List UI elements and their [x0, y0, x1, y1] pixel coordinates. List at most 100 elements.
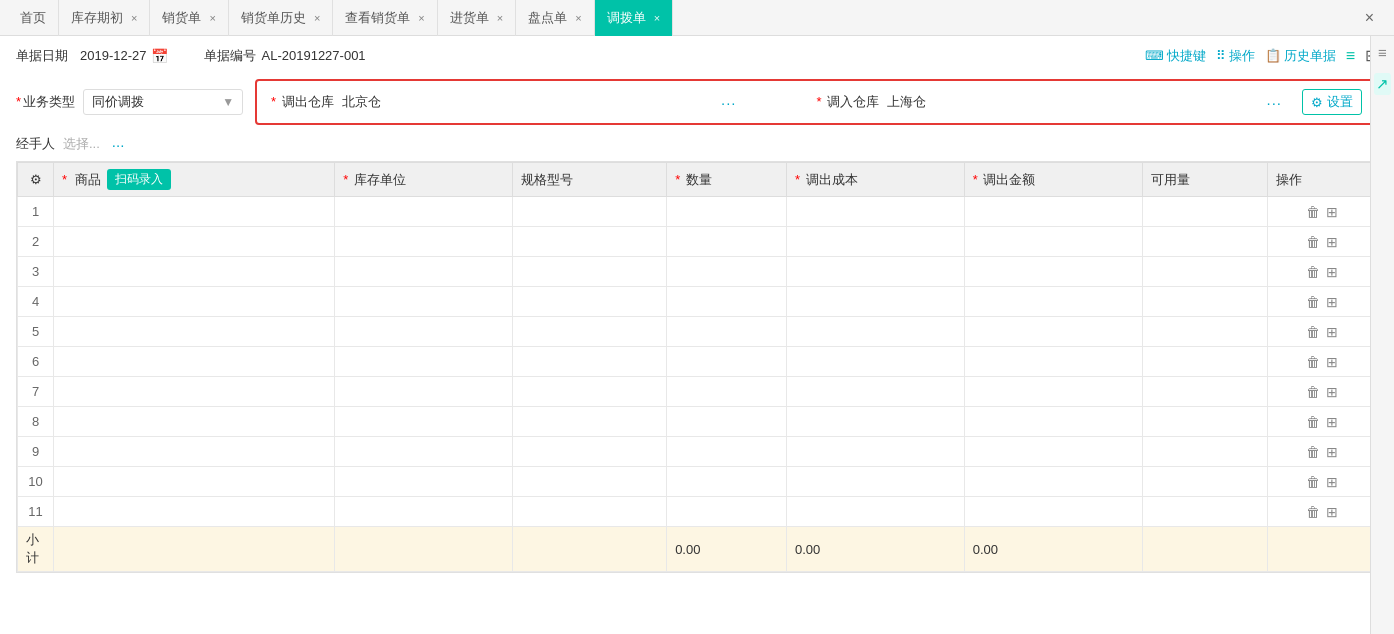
- row-available[interactable]: [1142, 287, 1267, 317]
- delete-row-button[interactable]: 🗑: [1306, 474, 1320, 490]
- row-transfer-amount[interactable]: [964, 257, 1142, 287]
- copy-row-button[interactable]: ⊞: [1326, 504, 1338, 520]
- copy-row-button[interactable]: ⊞: [1326, 324, 1338, 340]
- row-available[interactable]: [1142, 347, 1267, 377]
- row-spec[interactable]: [513, 317, 667, 347]
- row-available[interactable]: [1142, 197, 1267, 227]
- close-tab-sales-history[interactable]: ×: [314, 12, 320, 24]
- close-tab-view-sales[interactable]: ×: [418, 12, 424, 24]
- row-product[interactable]: [54, 407, 335, 437]
- row-transfer-amount[interactable]: [964, 317, 1142, 347]
- row-available[interactable]: [1142, 407, 1267, 437]
- delete-row-button[interactable]: 🗑: [1306, 204, 1320, 220]
- row-unit[interactable]: [335, 407, 513, 437]
- copy-row-button[interactable]: ⊞: [1326, 414, 1338, 430]
- row-unit[interactable]: [335, 497, 513, 527]
- row-product[interactable]: [54, 197, 335, 227]
- row-unit[interactable]: [335, 197, 513, 227]
- business-type-select[interactable]: 同价调拨 ▼: [83, 89, 243, 115]
- row-quantity[interactable]: [667, 287, 787, 317]
- row-transfer-cost[interactable]: [786, 227, 964, 257]
- row-quantity[interactable]: [667, 377, 787, 407]
- row-product[interactable]: [54, 377, 335, 407]
- close-tab-purchase-order[interactable]: ×: [497, 12, 503, 24]
- row-transfer-amount[interactable]: [964, 377, 1142, 407]
- close-tab-inventory-init[interactable]: ×: [131, 12, 137, 24]
- row-unit[interactable]: [335, 257, 513, 287]
- copy-row-button[interactable]: ⊞: [1326, 444, 1338, 460]
- row-transfer-cost[interactable]: [786, 257, 964, 287]
- row-quantity[interactable]: [667, 227, 787, 257]
- close-tab-sales-order[interactable]: ×: [209, 12, 215, 24]
- row-product[interactable]: [54, 467, 335, 497]
- row-spec[interactable]: [513, 437, 667, 467]
- row-available[interactable]: [1142, 257, 1267, 287]
- row-transfer-cost[interactable]: [786, 317, 964, 347]
- row-available[interactable]: [1142, 377, 1267, 407]
- row-product[interactable]: [54, 347, 335, 377]
- table-settings-icon[interactable]: ⚙: [30, 172, 42, 187]
- handler-more-button[interactable]: ···: [112, 136, 125, 153]
- row-available[interactable]: [1142, 317, 1267, 347]
- row-spec[interactable]: [513, 287, 667, 317]
- row-quantity[interactable]: [667, 437, 787, 467]
- tab-sales-order[interactable]: 销货单 ×: [150, 0, 228, 36]
- row-unit[interactable]: [335, 467, 513, 497]
- row-quantity[interactable]: [667, 197, 787, 227]
- scan-entry-button[interactable]: 扫码录入: [107, 169, 171, 190]
- transfer-out-more-button[interactable]: ···: [721, 94, 737, 111]
- row-quantity[interactable]: [667, 317, 787, 347]
- row-quantity[interactable]: [667, 347, 787, 377]
- row-product[interactable]: [54, 497, 335, 527]
- row-available[interactable]: [1142, 467, 1267, 497]
- row-unit[interactable]: [335, 227, 513, 257]
- delete-row-button[interactable]: 🗑: [1306, 414, 1320, 430]
- operation-button[interactable]: ⠿ 操作: [1216, 47, 1255, 65]
- copy-row-button[interactable]: ⊞: [1326, 204, 1338, 220]
- row-product[interactable]: [54, 287, 335, 317]
- row-quantity[interactable]: [667, 407, 787, 437]
- delete-row-button[interactable]: 🗑: [1306, 354, 1320, 370]
- doc-date-field[interactable]: 2019-12-27 📅: [80, 48, 168, 64]
- delete-row-button[interactable]: 🗑: [1306, 384, 1320, 400]
- sidebar-list-icon[interactable]: ≡: [1378, 44, 1387, 61]
- settings-button[interactable]: ⚙ 设置: [1302, 89, 1362, 115]
- delete-row-button[interactable]: 🗑: [1306, 294, 1320, 310]
- tab-inventory-init[interactable]: 库存期初 ×: [59, 0, 150, 36]
- row-transfer-cost[interactable]: [786, 407, 964, 437]
- transfer-in-more-button[interactable]: ···: [1266, 94, 1282, 111]
- row-unit[interactable]: [335, 437, 513, 467]
- row-spec[interactable]: [513, 407, 667, 437]
- delete-row-button[interactable]: 🗑: [1306, 264, 1320, 280]
- copy-row-button[interactable]: ⊞: [1326, 264, 1338, 280]
- row-spec[interactable]: [513, 467, 667, 497]
- row-available[interactable]: [1142, 437, 1267, 467]
- row-transfer-amount[interactable]: [964, 347, 1142, 377]
- row-spec[interactable]: [513, 227, 667, 257]
- close-tab-inventory-check[interactable]: ×: [575, 12, 581, 24]
- row-spec[interactable]: [513, 377, 667, 407]
- tab-inventory-check[interactable]: 盘点单 ×: [516, 0, 594, 36]
- copy-row-button[interactable]: ⊞: [1326, 234, 1338, 250]
- calendar-icon[interactable]: 📅: [151, 48, 168, 64]
- tab-purchase-order[interactable]: 进货单 ×: [438, 0, 516, 36]
- row-transfer-amount[interactable]: [964, 197, 1142, 227]
- row-product[interactable]: [54, 227, 335, 257]
- row-transfer-amount[interactable]: [964, 467, 1142, 497]
- copy-row-button[interactable]: ⊞: [1326, 384, 1338, 400]
- delete-row-button[interactable]: 🗑: [1306, 234, 1320, 250]
- row-spec[interactable]: [513, 257, 667, 287]
- copy-row-button[interactable]: ⊞: [1326, 354, 1338, 370]
- row-unit[interactable]: [335, 347, 513, 377]
- row-transfer-amount[interactable]: [964, 287, 1142, 317]
- row-spec[interactable]: [513, 197, 667, 227]
- row-quantity[interactable]: [667, 497, 787, 527]
- tab-view-sales[interactable]: 查看销货单 ×: [333, 0, 437, 36]
- row-product[interactable]: [54, 257, 335, 287]
- sidebar-export-icon[interactable]: ↗: [1374, 73, 1391, 95]
- row-transfer-cost[interactable]: [786, 377, 964, 407]
- row-product[interactable]: [54, 437, 335, 467]
- delete-row-button[interactable]: 🗑: [1306, 324, 1320, 340]
- row-available[interactable]: [1142, 227, 1267, 257]
- tab-transfer-order[interactable]: 调拨单 ×: [595, 0, 673, 36]
